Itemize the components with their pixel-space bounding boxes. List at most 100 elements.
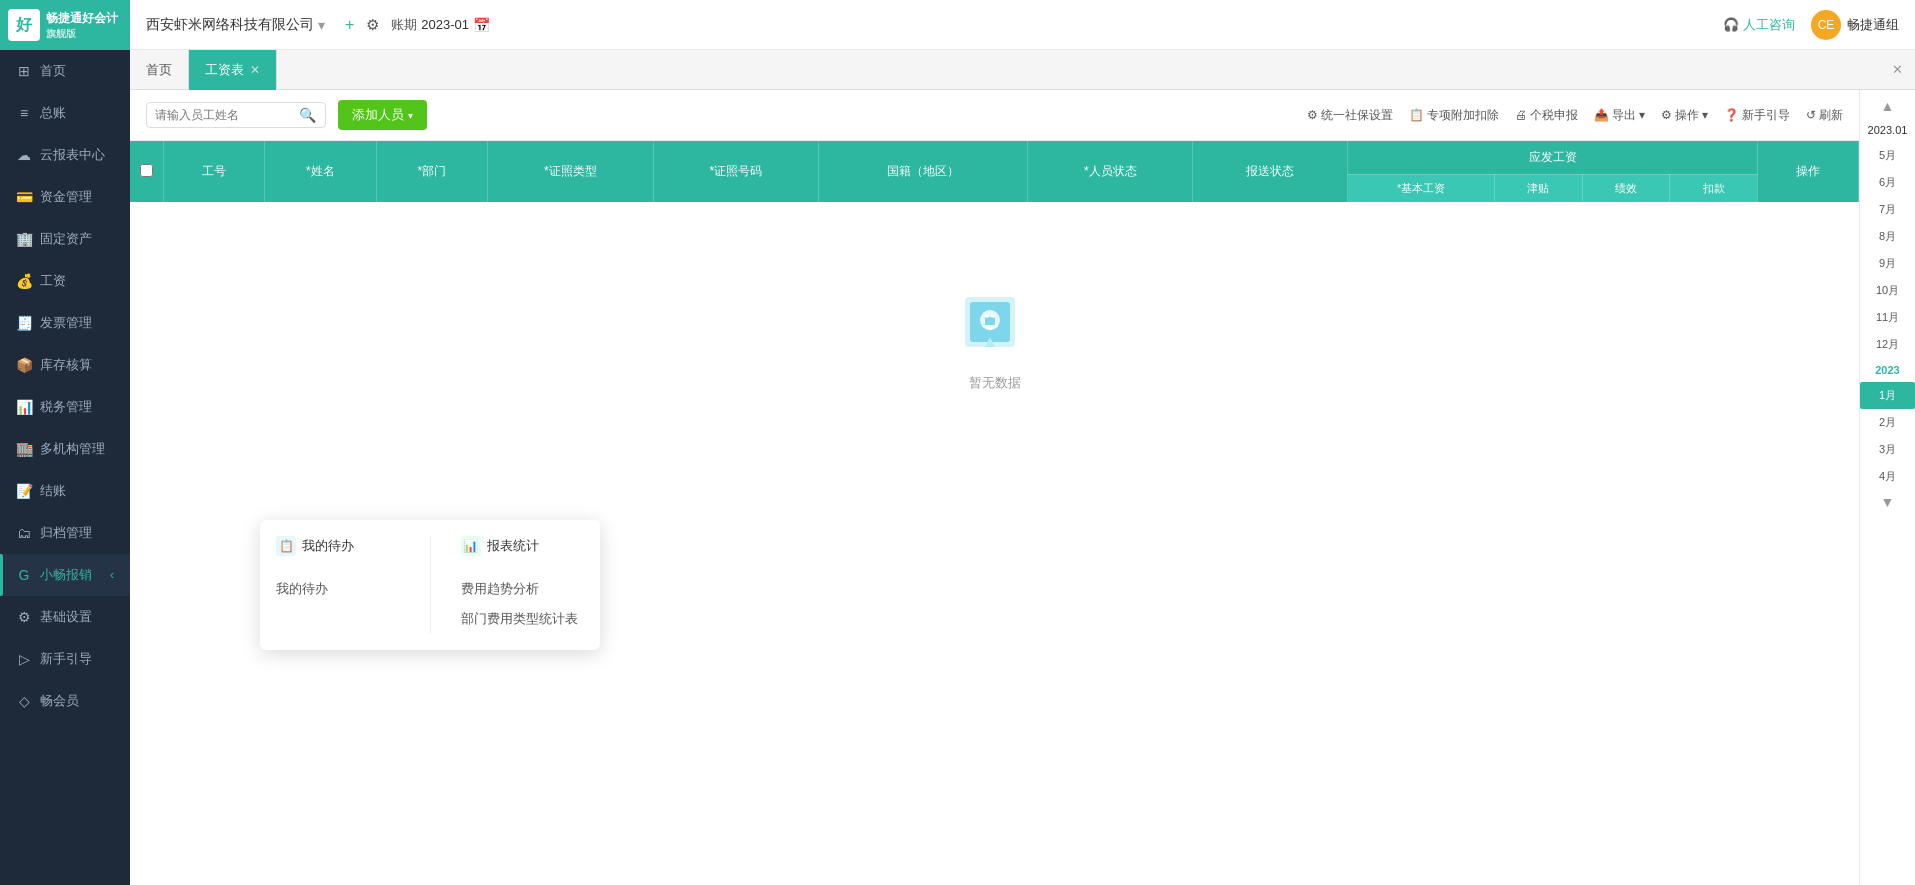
sidebar-item-settlement-label: 结账	[40, 482, 66, 500]
salary-icon: 💰	[16, 273, 32, 289]
sidebar-item-member[interactable]: ◇ 畅会员	[0, 680, 130, 722]
sidebar-item-fund[interactable]: 💳 资金管理	[0, 176, 130, 218]
tax-deduction-label: 专项附加扣除	[1427, 107, 1499, 124]
logo-text-wrapper: 畅捷通好会计 旗舰版	[46, 10, 118, 41]
logo-text: 畅捷通好会计	[46, 10, 118, 27]
sidebar-item-fixed-assets[interactable]: 🏢 固定资产	[0, 218, 130, 260]
sidebar-item-tax[interactable]: 📊 税务管理	[0, 386, 130, 428]
tax-report-icon: 🖨	[1515, 108, 1527, 122]
sidebar-item-inventory[interactable]: 📦 库存核算	[0, 344, 130, 386]
tabbar: 首页 工资表 ✕ ✕	[130, 50, 1915, 90]
sidebar-item-salary[interactable]: 💰 工资	[0, 260, 130, 302]
th-dept: *部门	[376, 141, 488, 202]
operate-btn[interactable]: ⚙ 操作 ▾	[1661, 107, 1708, 124]
sidebar-item-guide-label: 新手引导	[40, 650, 92, 668]
month-9[interactable]: 9月	[1860, 250, 1915, 277]
tax-report-btn[interactable]: 🖨 个税申报	[1515, 107, 1578, 124]
th-report-status[interactable]: 报送状态	[1193, 141, 1348, 202]
inventory-icon: 📦	[16, 357, 32, 373]
operate-arrow-icon: ▾	[1702, 108, 1708, 122]
popup-col-report: 📊 报表统计 费用趋势分析 部门费用类型统计表	[461, 536, 585, 634]
sidebar-item-inventory-label: 库存核算	[40, 356, 92, 374]
sidebar-item-tax-label: 税务管理	[40, 398, 92, 416]
user-initials: CE	[1818, 18, 1835, 32]
search-input[interactable]	[155, 108, 295, 122]
table-header-row: 工号 *姓名 *部门 *证照类型 *证照号码 国籍（地区） *人员状态 报送状态…	[130, 141, 1859, 175]
sidebar-item-expense[interactable]: G 小畅报销 ‹	[0, 554, 130, 596]
popup-report-title-label: 报表统计	[487, 537, 539, 555]
sidebar-item-home[interactable]: ⊞ 首页	[0, 50, 130, 92]
tab-close-icon[interactable]: ✕	[250, 63, 260, 77]
th-operate: 操作	[1757, 141, 1858, 202]
th-person-status[interactable]: *人员状态	[1028, 141, 1193, 202]
sidebar-item-archive[interactable]: 🗂 归档管理	[0, 512, 130, 554]
popup-report-item-2[interactable]: 部门费用类型统计表	[461, 604, 585, 634]
select-all-checkbox[interactable]	[140, 164, 153, 177]
close-all-btn[interactable]: ✕	[1892, 62, 1915, 77]
th-country: 国籍（地区）	[819, 141, 1028, 202]
month-12[interactable]: 12月	[1860, 331, 1915, 358]
month-11[interactable]: 11月	[1860, 304, 1915, 331]
sidebar-item-guide[interactable]: ▷ 新手引导	[0, 638, 130, 680]
sidebar-item-ledger[interactable]: ≡ 总账	[0, 92, 130, 134]
sidebar-item-archive-label: 归档管理	[40, 524, 92, 542]
month-4-2023[interactable]: 4月	[1860, 463, 1915, 490]
refresh-icon: ↺	[1806, 108, 1816, 122]
month-8[interactable]: 8月	[1860, 223, 1915, 250]
logo-sub: 旗舰版	[46, 27, 118, 41]
sidebar-item-cloud-report[interactable]: ☁ 云报表中心	[0, 134, 130, 176]
sidebar-item-basic-settings[interactable]: ⚙ 基础设置	[0, 596, 130, 638]
customer-service-btn[interactable]: 🎧 人工咨询	[1723, 16, 1795, 34]
export-btn[interactable]: 📤 导出 ▾	[1594, 107, 1645, 124]
company-selector[interactable]: 西安虾米网络科技有限公司 ▾	[146, 16, 325, 34]
month-5[interactable]: 5月	[1860, 142, 1915, 169]
toolbar-actions: ⚙ 统一社保设置 📋 专项附加扣除 🖨 个税申报 📤 导出 ▾	[1307, 107, 1843, 124]
month-6[interactable]: 6月	[1860, 169, 1915, 196]
todo-title-icon: 📋	[276, 536, 296, 556]
salary-table: 工号 *姓名 *部门 *证照类型 *证照号码 国籍（地区） *人员状态 报送状态…	[130, 141, 1859, 202]
month-7[interactable]: 7月	[1860, 196, 1915, 223]
popup-todo-item[interactable]: 我的待办	[276, 574, 400, 604]
popup-report-item-1[interactable]: 费用趋势分析	[461, 574, 585, 604]
guide-btn[interactable]: ❓ 新手引导	[1724, 107, 1790, 124]
month-3-2023[interactable]: 3月	[1860, 436, 1915, 463]
month-1-2023[interactable]: 1月	[1860, 382, 1915, 409]
add-person-button[interactable]: 添加人员 ▾	[338, 100, 427, 130]
popup-report-item-1-label: 费用趋势分析	[461, 581, 539, 596]
month-10[interactable]: 10月	[1860, 277, 1915, 304]
user-profile[interactable]: CE 畅捷通组	[1811, 10, 1899, 40]
month-nav-down[interactable]: ▼	[1876, 490, 1900, 514]
checkbox-header[interactable]	[130, 141, 164, 202]
table-container: 工号 *姓名 *部门 *证照类型 *证照号码 国籍（地区） *人员状态 报送状态…	[130, 141, 1859, 885]
tax-icon: 📊	[16, 399, 32, 415]
fixed-assets-icon: 🏢	[16, 231, 32, 247]
sidebar-item-multi-org[interactable]: 🏬 多机构管理	[0, 428, 130, 470]
headset-icon: 🎧	[1723, 17, 1739, 32]
popup-todo-title: 📋 我的待办	[276, 536, 400, 562]
tab-salary[interactable]: 工资表 ✕	[189, 50, 277, 90]
service-label: 人工咨询	[1743, 16, 1795, 34]
month-nav-up[interactable]: ▲	[1876, 94, 1900, 118]
add-company-icon[interactable]: +	[345, 16, 354, 34]
sidebar-item-expense-label: 小畅报销	[40, 566, 92, 584]
sidebar-item-settlement[interactable]: 📝 结账	[0, 470, 130, 512]
svg-rect-3	[985, 317, 995, 325]
calendar-icon[interactable]: 📅	[473, 17, 490, 33]
settlement-icon: 📝	[16, 483, 32, 499]
social-insurance-btn[interactable]: ⚙ 统一社保设置	[1307, 107, 1393, 124]
period-label: 账期	[391, 16, 417, 34]
tab-home[interactable]: 首页	[130, 50, 189, 90]
sidebar: 好 畅捷通好会计 旗舰版 ⊞ 首页 ≡ 总账 ☁ 云报表中心 💳 资金管理 🏢 …	[0, 0, 130, 885]
month-2-2023[interactable]: 2月	[1860, 409, 1915, 436]
period-selector[interactable]: 账期 2023-01 📅	[391, 16, 490, 34]
main-content: 西安虾米网络科技有限公司 ▾ + ⚙ 账期 2023-01 📅 🎧 人工咨询 C…	[130, 0, 1915, 885]
th-id-no: *证照号码	[653, 141, 818, 202]
sidebar-item-salary-label: 工资	[40, 272, 66, 290]
sidebar-item-invoice[interactable]: 🧾 发票管理	[0, 302, 130, 344]
settings-icon[interactable]: ⚙	[366, 16, 379, 34]
cloud-icon: ☁	[16, 147, 32, 163]
th-deduction: 扣款	[1670, 175, 1758, 203]
guide-icon: ▷	[16, 651, 32, 667]
refresh-btn[interactable]: ↺ 刷新	[1806, 107, 1843, 124]
tax-deduction-btn[interactable]: 📋 专项附加扣除	[1409, 107, 1499, 124]
